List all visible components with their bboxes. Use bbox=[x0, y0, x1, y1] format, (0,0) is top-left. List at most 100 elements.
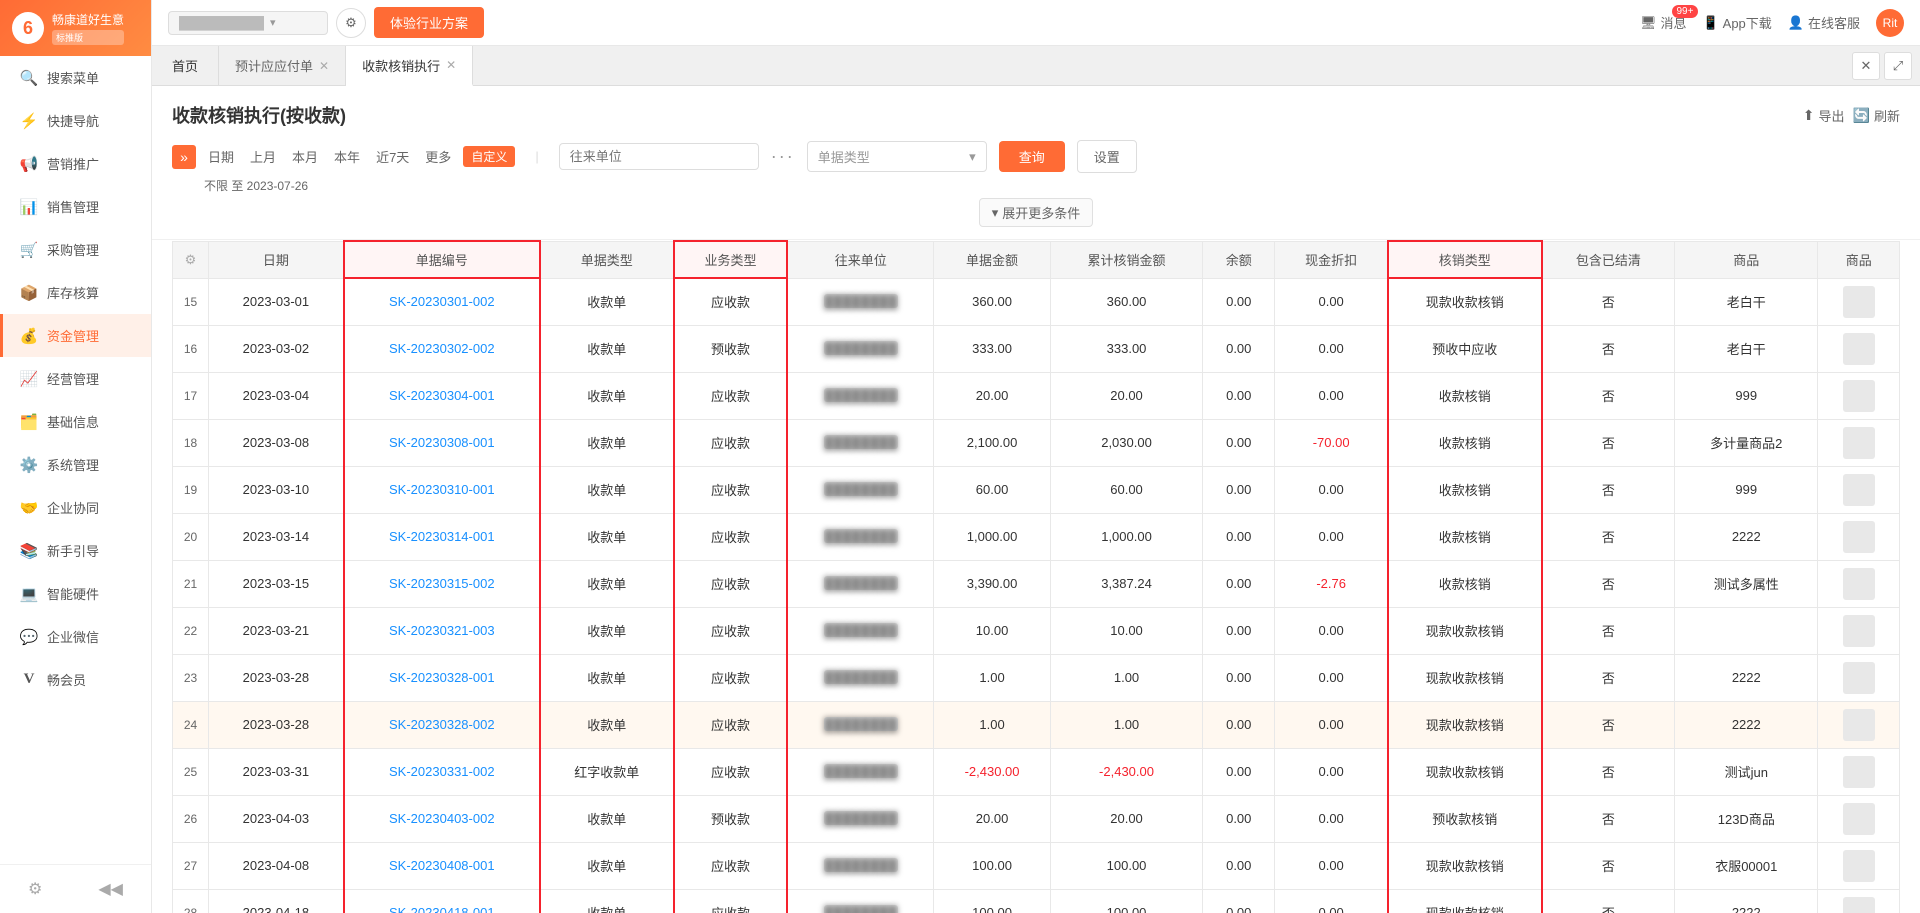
topbar-gear-btn[interactable]: ⚙ bbox=[336, 8, 366, 38]
voucher-link[interactable]: SK-20230310-001 bbox=[389, 482, 495, 497]
cell-balance: 0.00 bbox=[1203, 607, 1275, 654]
cell-voucher-no[interactable]: SK-20230308-001 bbox=[344, 419, 540, 466]
cell-voucher-no[interactable]: SK-20230310-001 bbox=[344, 466, 540, 513]
cell-total-writeoff: 10.00 bbox=[1050, 607, 1202, 654]
fullscreen-btn[interactable]: ⤢ bbox=[1884, 52, 1912, 80]
voucher-link[interactable]: SK-20230328-002 bbox=[389, 717, 495, 732]
message-btn[interactable]: 🖥 消息 99+ bbox=[1640, 13, 1687, 32]
cell-voucher-no[interactable]: SK-20230302-002 bbox=[344, 325, 540, 372]
voucher-link[interactable]: SK-20230328-001 bbox=[389, 670, 495, 685]
filter-toggle-btn[interactable]: » bbox=[172, 145, 196, 169]
collapse-sidebar-btn[interactable]: ◀◀ bbox=[92, 873, 129, 905]
col-header-voucher-type: 单据类型 bbox=[540, 241, 674, 278]
message-icon: 🖥 bbox=[1640, 15, 1657, 31]
cell-total-writeoff: 100.00 bbox=[1050, 889, 1202, 913]
app-download-btn[interactable]: 📱 App下载 bbox=[1702, 13, 1771, 32]
tab-prepay[interactable]: 预计应应付单 ✕ bbox=[219, 46, 346, 86]
cell-goods-img bbox=[1818, 795, 1900, 842]
date-custom-btn[interactable]: 自定义 bbox=[463, 146, 515, 167]
sidebar-item-marketing[interactable]: 📢 营销推广 bbox=[0, 142, 151, 185]
date-shortcut-this-month[interactable]: 本月 bbox=[288, 145, 322, 168]
cell-partner: ████████ bbox=[787, 325, 933, 372]
cell-voucher-no[interactable]: SK-20230321-003 bbox=[344, 607, 540, 654]
sidebar-item-finance[interactable]: 💰 资金管理 bbox=[0, 314, 151, 357]
sidebar-item-guide[interactable]: 📚 新手引导 bbox=[0, 529, 151, 572]
cell-total-writeoff: 20.00 bbox=[1050, 795, 1202, 842]
cell-goods-img bbox=[1818, 419, 1900, 466]
cell-voucher-no[interactable]: SK-20230304-001 bbox=[344, 372, 540, 419]
export-btn[interactable]: ⬆ 导出 bbox=[1803, 106, 1845, 125]
query-button[interactable]: 查询 bbox=[999, 141, 1065, 172]
cell-voucher-no[interactable]: SK-20230301-002 bbox=[344, 278, 540, 325]
cell-writeoff-type: 预收中应收 bbox=[1388, 325, 1542, 372]
voucher-link[interactable]: SK-20230331-002 bbox=[389, 764, 495, 779]
table-row: 202023-03-14SK-20230314-001收款单应收款███████… bbox=[173, 513, 1900, 560]
sidebar-item-operations[interactable]: 📈 经营管理 bbox=[0, 357, 151, 400]
tab-home[interactable]: 首页 bbox=[152, 46, 219, 86]
tab-writeoff[interactable]: 收款核销执行 ✕ bbox=[346, 46, 473, 86]
user-avatar[interactable]: Rit bbox=[1876, 9, 1904, 37]
cell-voucher-no[interactable]: SK-20230315-002 bbox=[344, 560, 540, 607]
cell-voucher-no[interactable]: SK-20230328-001 bbox=[344, 654, 540, 701]
voucher-type-select[interactable]: 单据类型 ▾ bbox=[807, 141, 987, 172]
online-service-btn[interactable]: 👤 在线客服 bbox=[1788, 13, 1860, 32]
close-prepay-tab-icon[interactable]: ✕ bbox=[319, 59, 329, 73]
voucher-link[interactable]: SK-20230408-001 bbox=[389, 858, 495, 873]
date-shortcut-last-month[interactable]: 上月 bbox=[246, 145, 280, 168]
sidebar-item-member[interactable]: V 畅会员 bbox=[0, 658, 151, 701]
cell-voucher-no[interactable]: SK-20230314-001 bbox=[344, 513, 540, 560]
solution-button[interactable]: 体验行业方案 bbox=[374, 7, 484, 38]
voucher-link[interactable]: SK-20230321-003 bbox=[389, 623, 495, 638]
partner-filter-input[interactable] bbox=[559, 143, 759, 170]
cell-voucher-no[interactable]: SK-20230331-002 bbox=[344, 748, 540, 795]
workspace-selector[interactable]: ██████████ ▾ bbox=[168, 11, 328, 35]
voucher-link[interactable]: SK-20230304-001 bbox=[389, 388, 495, 403]
date-shortcut-this-year[interactable]: 本年 bbox=[330, 145, 364, 168]
voucher-link[interactable]: SK-20230403-002 bbox=[389, 811, 495, 826]
cell-voucher-no[interactable]: SK-20230418-001 bbox=[344, 889, 540, 913]
cell-voucher-no[interactable]: SK-20230408-001 bbox=[344, 842, 540, 889]
voucher-link[interactable]: SK-20230315-002 bbox=[389, 576, 495, 591]
close-writeoff-tab-icon[interactable]: ✕ bbox=[446, 58, 456, 72]
cell-cash-discount: -2.76 bbox=[1275, 560, 1388, 607]
cell-goods-img bbox=[1818, 701, 1900, 748]
cell-partner: ████████ bbox=[787, 654, 933, 701]
sidebar-item-hardware[interactable]: 💻 智能硬件 bbox=[0, 572, 151, 615]
cell-include-settled: 否 bbox=[1542, 372, 1675, 419]
system-icon: ⚙️ bbox=[19, 456, 39, 474]
filter-settings-btn[interactable]: 设置 bbox=[1077, 140, 1137, 173]
sidebar-item-enterprise[interactable]: 🤝 企业协同 bbox=[0, 486, 151, 529]
col-header-gear[interactable]: ⚙ bbox=[173, 241, 209, 278]
close-all-tabs-btn[interactable]: ✕ bbox=[1852, 52, 1880, 80]
voucher-link[interactable]: SK-20230302-002 bbox=[389, 341, 495, 356]
cell-biz-type: 应收款 bbox=[674, 701, 788, 748]
voucher-link[interactable]: SK-20230301-002 bbox=[389, 294, 495, 309]
sidebar-item-system[interactable]: ⚙️ 系统管理 bbox=[0, 443, 151, 486]
table-row: 282023-04-18SK-20230418-001收款单应收款███████… bbox=[173, 889, 1900, 913]
blurred-partner: ████████ bbox=[824, 623, 898, 637]
sidebar-item-sales[interactable]: 📊 销售管理 bbox=[0, 185, 151, 228]
cell-partner: ████████ bbox=[787, 889, 933, 913]
sidebar-item-search[interactable]: 🔍 搜索菜单 bbox=[0, 56, 151, 99]
expand-filter-btn[interactable]: ▾ 展开更多条件 bbox=[979, 198, 1094, 227]
cell-include-settled: 否 bbox=[1542, 607, 1675, 654]
settings-footer-btn[interactable]: ⚙ bbox=[22, 873, 48, 905]
voucher-link[interactable]: SK-20230308-001 bbox=[389, 435, 495, 450]
sidebar-item-purchase[interactable]: 🛒 采购管理 bbox=[0, 228, 151, 271]
refresh-btn[interactable]: 🔄 刷新 bbox=[1853, 106, 1900, 125]
cell-voucher-no[interactable]: SK-20230328-002 bbox=[344, 701, 540, 748]
sidebar-item-inventory[interactable]: 📦 库存核算 bbox=[0, 271, 151, 314]
voucher-link[interactable]: SK-20230314-001 bbox=[389, 529, 495, 544]
cell-writeoff-type: 现款收款核销 bbox=[1388, 842, 1542, 889]
voucher-link[interactable]: SK-20230418-001 bbox=[389, 905, 495, 913]
operations-icon: 📈 bbox=[19, 370, 39, 388]
sidebar-item-nav[interactable]: ⚡ 快捷导航 bbox=[0, 99, 151, 142]
table-container[interactable]: ⚙ 日期 单据编号 单据类型 业务类型 往来单位 单据金额 累计核销金额 余额 … bbox=[152, 240, 1920, 913]
sidebar-item-wechat[interactable]: 💬 企业微信 bbox=[0, 615, 151, 658]
date-shortcut-7days[interactable]: 近7天 bbox=[372, 145, 413, 168]
date-shortcut-more[interactable]: 更多 bbox=[421, 145, 455, 168]
goods-thumbnail bbox=[1843, 615, 1875, 647]
cell-goods: 123D商品 bbox=[1675, 795, 1818, 842]
cell-voucher-no[interactable]: SK-20230403-002 bbox=[344, 795, 540, 842]
sidebar-item-basic[interactable]: 🗂️ 基础信息 bbox=[0, 400, 151, 443]
